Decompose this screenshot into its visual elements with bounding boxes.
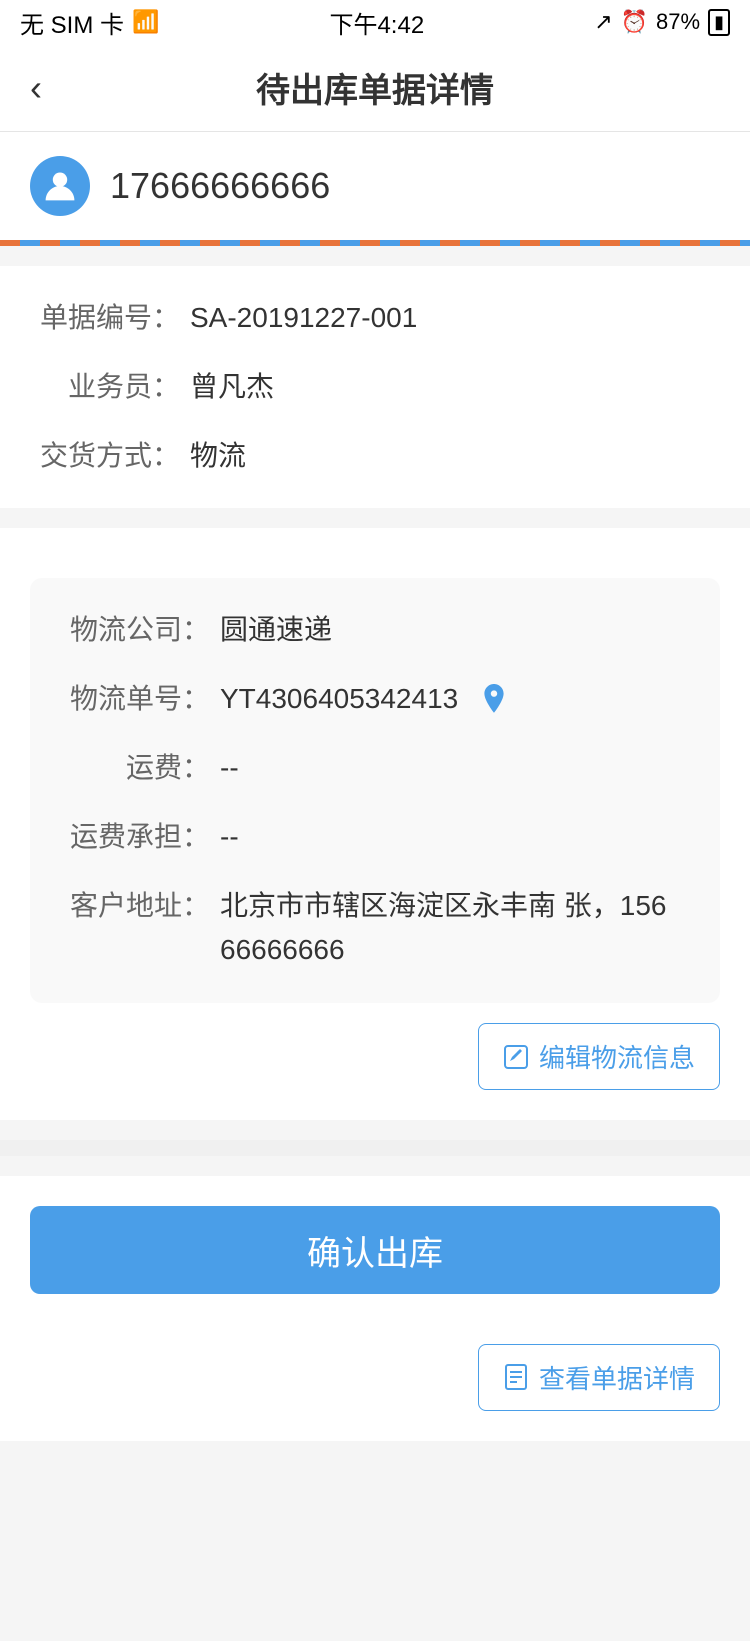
address-label: 客户地址： — [60, 884, 220, 929]
status-right: ↗ ⏰ 87% ▮ — [594, 9, 730, 36]
nav-bar: ‹ 待出库单据详情 — [0, 44, 750, 132]
freight-value: -- — [220, 746, 690, 791]
document-icon — [503, 1364, 529, 1390]
view-detail-button[interactable]: 查看单据详情 — [478, 1344, 720, 1411]
person-icon — [42, 168, 78, 204]
back-button[interactable]: ‹ — [30, 57, 62, 119]
freight-row: 运费： -- — [60, 746, 690, 791]
customer-header: 17666666666 — [0, 132, 750, 240]
logistics-section: 物流公司： 圆通速递 物流单号： YT4306405342413 运费： -- … — [0, 528, 750, 1120]
edit-logistics-btn-area: 编辑物流信息 — [30, 1023, 720, 1090]
confirm-outbound-button[interactable]: 确认出库 — [30, 1206, 720, 1294]
logistics-company-row: 物流公司： 圆通速递 — [60, 608, 690, 653]
delivery-method-label: 交货方式： — [30, 434, 190, 479]
avatar — [30, 156, 90, 216]
salesperson-row: 业务员： 曾凡杰 — [30, 365, 720, 410]
address-row: 客户地址： 北京市市辖区海淀区永丰南 张，156 66666666 — [60, 884, 690, 974]
doc-number-row: 单据编号： SA-20191227-001 — [30, 296, 720, 341]
address-value: 北京市市辖区海淀区永丰南 张，156 66666666 — [220, 884, 690, 974]
edit-logistics-label: 编辑物流信息 — [539, 1038, 695, 1075]
tracking-value-row: YT4306405342413 — [220, 677, 690, 722]
tracking-label: 物流单号： — [60, 677, 220, 722]
status-left: 无 SIM 卡 📶 — [20, 5, 159, 40]
logistics-company-value: 圆通速递 — [220, 608, 690, 653]
doc-number-value: SA-20191227-001 — [190, 296, 720, 341]
tracking-number-row: 物流单号： YT4306405342413 — [60, 677, 690, 722]
edit-icon — [503, 1044, 529, 1070]
gray-separator — [0, 1140, 750, 1156]
delivery-method-row: 交货方式： 物流 — [30, 434, 720, 479]
tracking-number: YT4306405342413 — [220, 677, 458, 722]
logistics-card: 物流公司： 圆通速递 物流单号： YT4306405342413 运费： -- … — [30, 578, 720, 1003]
dashed-divider — [0, 240, 750, 246]
wifi-icon: 📶 — [132, 9, 159, 35]
delivery-method-value: 物流 — [190, 434, 720, 479]
battery-icon: ▮ — [708, 9, 730, 36]
salesperson-value: 曾凡杰 — [190, 365, 720, 410]
status-bar: 无 SIM 卡 📶 下午4:42 ↗ ⏰ 87% ▮ — [0, 0, 750, 44]
edit-logistics-button[interactable]: 编辑物流信息 — [478, 1023, 720, 1090]
doc-number-label: 单据编号： — [30, 296, 190, 341]
freight-bearer-value: -- — [220, 815, 690, 860]
logistics-company-label: 物流公司： — [60, 608, 220, 653]
basic-info-section: 单据编号： SA-20191227-001 业务员： 曾凡杰 交货方式： 物流 — [0, 266, 750, 508]
location-pin-icon[interactable] — [474, 680, 514, 720]
confirm-btn-area: 确认出库 — [0, 1186, 750, 1334]
location-status-icon: ↗ — [594, 9, 612, 35]
view-detail-btn-area: 查看单据详情 — [30, 1344, 720, 1411]
page-title: 待出库单据详情 — [256, 63, 494, 112]
battery-label: 87% — [656, 9, 700, 35]
alarm-icon: ⏰ — [621, 9, 648, 35]
salesperson-label: 业务员： — [30, 365, 190, 410]
sim-label: 无 SIM 卡 — [20, 5, 124, 40]
bottom-spacer — [0, 1461, 750, 1641]
freight-bearer-label: 运费承担： — [60, 815, 220, 860]
freight-label: 运费： — [60, 746, 220, 791]
status-time: 下午4:42 — [329, 5, 424, 40]
customer-phone: 17666666666 — [110, 165, 330, 207]
freight-bearer-row: 运费承担： -- — [60, 815, 690, 860]
view-detail-label: 查看单据详情 — [539, 1359, 695, 1396]
